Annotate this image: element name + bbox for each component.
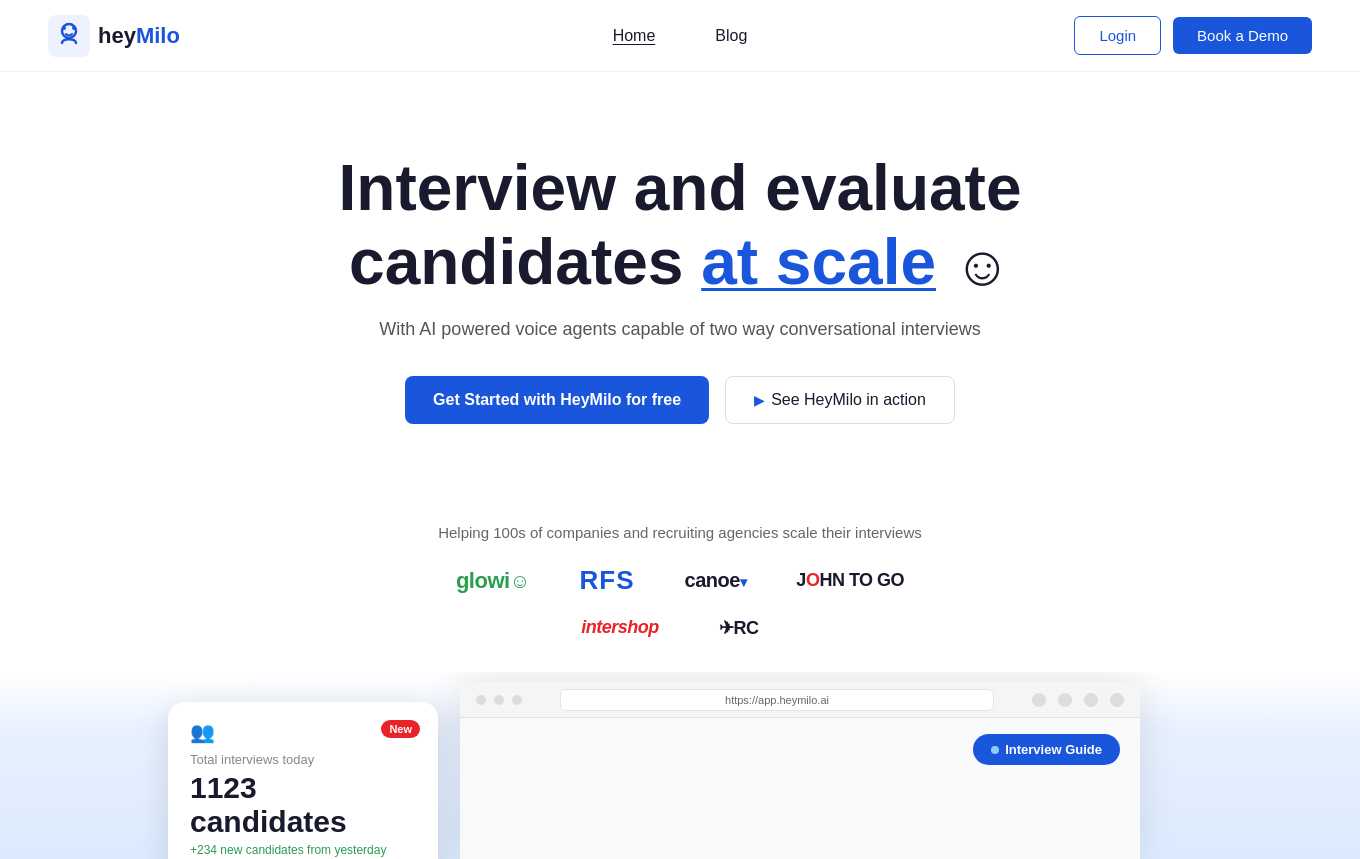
see-action-button[interactable]: ▶ See HeyMilo in action	[725, 376, 955, 424]
svg-text:✈RC: ✈RC	[719, 618, 759, 638]
logo-glowi: glowi☺	[456, 568, 530, 594]
stats-card-sub: +234 new candidates from yesterday	[190, 843, 416, 857]
logos-row-2: intershop ✈RC	[581, 612, 779, 642]
hero-title: Interview and evaluate candidates at sca…	[339, 152, 1022, 299]
get-started-button[interactable]: Get Started with HeyMilo for free	[405, 376, 709, 424]
browser-mockup: https://app.heymilo.ai Interview Guide	[460, 682, 1140, 859]
stats-card: 👥 Total interviews today 1123 candidates…	[168, 702, 438, 859]
browser-icon-3	[1084, 693, 1098, 707]
browser-icon-4	[1110, 693, 1124, 707]
browser-url-bar: https://app.heymilo.ai	[560, 689, 994, 711]
logos-row-1: glowi☺ RFS canoe▾ JOHN TO GO	[456, 565, 904, 596]
logo[interactable]: heyMilo	[48, 15, 180, 57]
logo-rc: ✈RC	[719, 612, 779, 642]
browser-dot-3	[512, 695, 522, 705]
see-action-label: See HeyMilo in action	[771, 391, 926, 409]
logo-canoe: canoe▾	[685, 569, 747, 592]
browser-icon-2	[1058, 693, 1072, 707]
nav-actions: Login Book a Demo	[1074, 16, 1312, 55]
screenshot-area: 👥 Total interviews today 1123 candidates…	[0, 672, 1360, 859]
browser-dot-2	[494, 695, 504, 705]
nav-links: Home Blog	[613, 27, 748, 45]
stats-card-label: Total interviews today	[190, 752, 416, 767]
hero-section: Interview and evaluate candidates at sca…	[0, 72, 1360, 524]
hero-subtitle: With AI powered voice agents capable of …	[379, 319, 980, 340]
logo-johntogo: JOHN TO GO	[796, 570, 904, 591]
logos-section: Helping 100s of companies and recruiting…	[0, 524, 1360, 672]
interview-guide-pill[interactable]: Interview Guide	[973, 734, 1120, 765]
logo-wordmark: heyMilo	[98, 23, 180, 49]
rc-logo-svg: ✈RC	[719, 612, 779, 642]
browser-icon-1	[1032, 693, 1046, 707]
svg-point-3	[72, 26, 76, 30]
logos-text: Helping 100s of companies and recruiting…	[438, 524, 922, 541]
svg-point-2	[62, 26, 66, 30]
navbar: heyMilo Home Blog Login Book a Demo	[0, 0, 1360, 72]
nav-blog[interactable]: Blog	[715, 27, 747, 45]
stats-card-number: 1123 candidates	[190, 771, 416, 839]
browser-action-icons	[1032, 693, 1124, 707]
browser-dot-1	[476, 695, 486, 705]
hero-buttons: Get Started with HeyMilo for free ▶ See …	[405, 376, 955, 424]
stats-card-badge: New	[381, 720, 420, 738]
nav-home[interactable]: Home	[613, 27, 656, 45]
play-icon: ▶	[754, 392, 765, 408]
logo-icon	[48, 15, 90, 57]
login-button[interactable]: Login	[1074, 16, 1161, 55]
logo-intershop: intershop	[581, 617, 659, 638]
interview-guide-label: Interview Guide	[1005, 742, 1102, 757]
guide-dot	[991, 746, 999, 754]
book-demo-button[interactable]: Book a Demo	[1173, 17, 1312, 54]
logo-rfs: RFS	[580, 565, 635, 596]
browser-bar: https://app.heymilo.ai	[460, 682, 1140, 718]
browser-content: Interview Guide	[460, 718, 1140, 859]
hero-emoji: ☺	[954, 234, 1011, 298]
hero-accent: at scale	[701, 226, 936, 298]
